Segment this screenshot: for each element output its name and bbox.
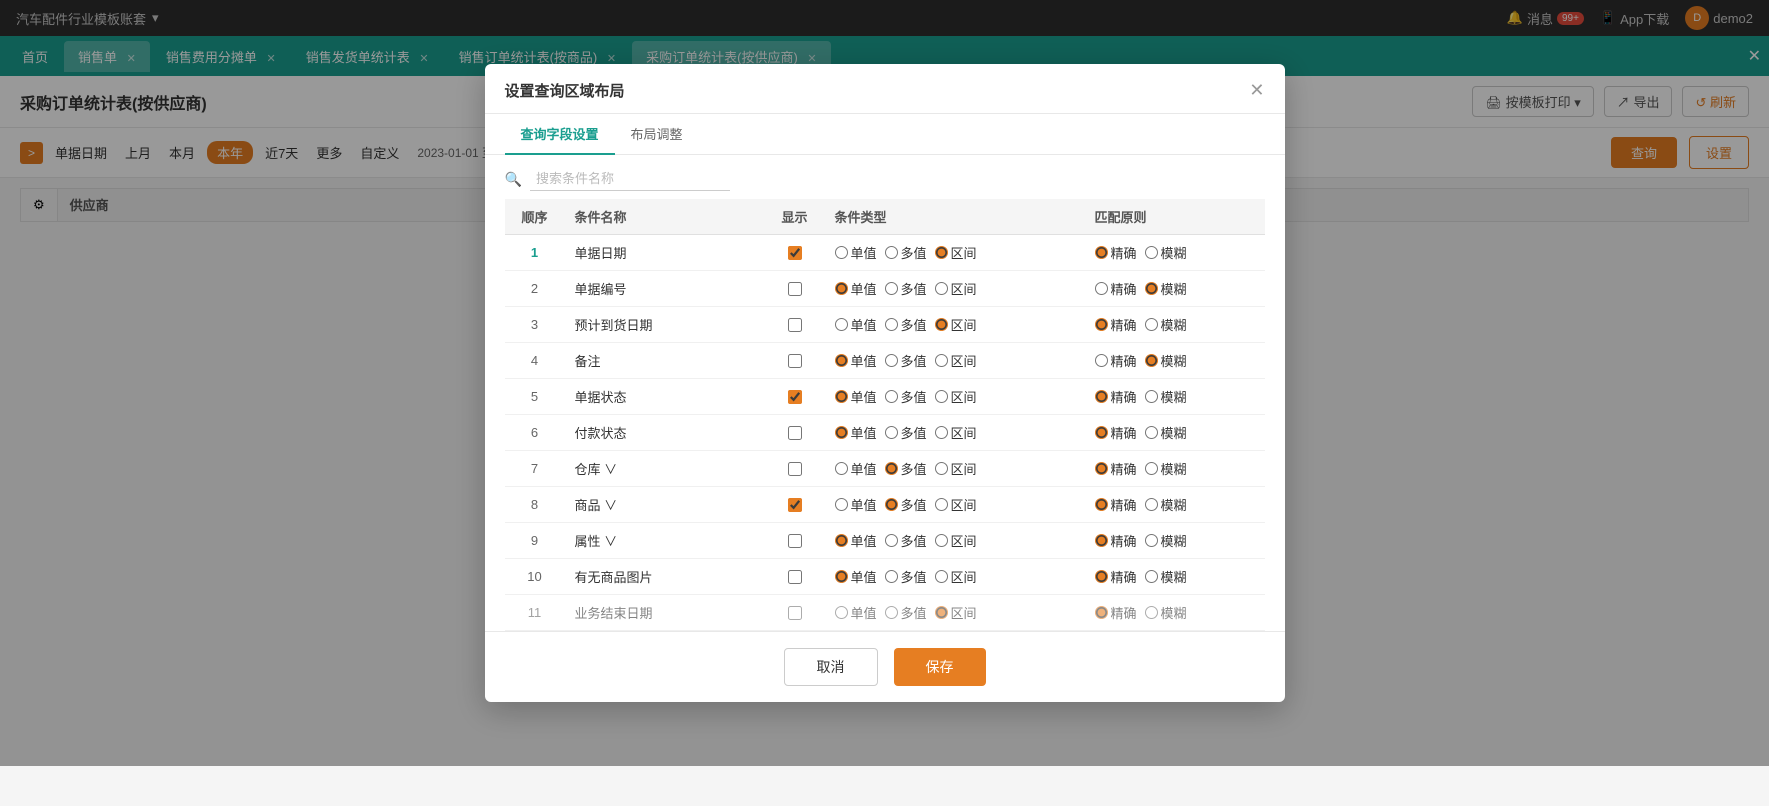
row-display[interactable] [765, 343, 825, 379]
row-name: 付款状态 [565, 415, 765, 451]
row-order: 10 [505, 559, 565, 595]
row-type[interactable]: 单值多值区间 [825, 487, 1085, 523]
table-row: 8商品 ∨ 单值多值区间精确模糊 [505, 487, 1265, 523]
row-display[interactable] [765, 559, 825, 595]
row-type[interactable]: 单值多值区间 [825, 343, 1085, 379]
table-row: 1单据日期 单值多值区间精确模糊 [505, 235, 1265, 271]
col-name: 条件名称 [565, 199, 765, 235]
row-order: 7 [505, 451, 565, 487]
modal-table: 顺序 条件名称 显示 条件类型 匹配原则 1单据日期单值多值区间精确模糊2单据编… [485, 199, 1285, 631]
row-match[interactable]: 精确模糊 [1085, 487, 1265, 523]
row-order: 1 [505, 235, 565, 271]
row-display[interactable] [765, 595, 825, 631]
row-match[interactable]: 精确模糊 [1085, 235, 1265, 271]
table-row: 3预计到货日期 单值多值区间精确模糊 [505, 307, 1265, 343]
row-order: 3 [505, 307, 565, 343]
row-match[interactable]: 精确模糊 [1085, 559, 1265, 595]
table-row: 2单据编号 单值多值区间精确模糊 [505, 271, 1265, 307]
row-match[interactable]: 精确模糊 [1085, 451, 1265, 487]
row-order: 5 [505, 379, 565, 415]
modal-tabs: 查询字段设置 布局调整 [485, 114, 1285, 155]
row-display[interactable] [765, 235, 825, 271]
col-match: 匹配原则 [1085, 199, 1265, 235]
row-order: 2 [505, 271, 565, 307]
row-order: 9 [505, 523, 565, 559]
modal-header: 设置查询区域布局 ✕ [485, 64, 1285, 114]
modal-search-area: 🔍 [485, 155, 1285, 199]
search-icon: 🔍 [505, 171, 522, 188]
row-name: 单据日期 [565, 235, 765, 271]
row-order: 4 [505, 343, 565, 379]
modal-overlay: 设置查询区域布局 ✕ 查询字段设置 布局调整 🔍 顺序 条件名称 [0, 0, 1769, 766]
row-type[interactable]: 单值多值区间 [825, 595, 1085, 631]
table-row: 10有无商品图片 单值多值区间精确模糊 [505, 559, 1265, 595]
row-name: 备注 [565, 343, 765, 379]
row-display[interactable] [765, 487, 825, 523]
row-match[interactable]: 精确模糊 [1085, 523, 1265, 559]
row-match[interactable]: 精确模糊 [1085, 379, 1265, 415]
col-type: 条件类型 [825, 199, 1085, 235]
col-order: 顺序 [505, 199, 565, 235]
cancel-button[interactable]: 取消 [784, 648, 878, 686]
row-order: 11 [505, 595, 565, 631]
row-type[interactable]: 单值多值区间 [825, 307, 1085, 343]
modal-close-button[interactable]: ✕ [1249, 80, 1264, 101]
row-name: 商品 ∨ [565, 487, 765, 523]
settings-modal: 设置查询区域布局 ✕ 查询字段设置 布局调整 🔍 顺序 条件名称 [485, 64, 1285, 702]
row-match[interactable]: 精确模糊 [1085, 343, 1265, 379]
row-type[interactable]: 单值多值区间 [825, 559, 1085, 595]
row-order: 6 [505, 415, 565, 451]
table-row: 9属性 ∨ 单值多值区间精确模糊 [505, 523, 1265, 559]
row-name: 属性 ∨ [565, 523, 765, 559]
row-name: 仓库 ∨ [565, 451, 765, 487]
table-row: 6付款状态 单值多值区间精确模糊 [505, 415, 1265, 451]
row-name: 有无商品图片 [565, 559, 765, 595]
modal-footer: 取消 保存 [485, 631, 1285, 702]
tab-layout-adjust[interactable]: 布局调整 [615, 114, 699, 155]
row-display[interactable] [765, 415, 825, 451]
row-type[interactable]: 单值多值区间 [825, 379, 1085, 415]
row-name: 预计到货日期 [565, 307, 765, 343]
table-row: 4备注 单值多值区间精确模糊 [505, 343, 1265, 379]
row-type[interactable]: 单值多值区间 [825, 523, 1085, 559]
search-input[interactable] [530, 167, 730, 191]
row-display[interactable] [765, 379, 825, 415]
row-match[interactable]: 精确模糊 [1085, 415, 1265, 451]
save-button[interactable]: 保存 [894, 648, 986, 686]
row-match[interactable]: 精确模糊 [1085, 307, 1265, 343]
col-display: 显示 [765, 199, 825, 235]
tab-query-fields[interactable]: 查询字段设置 [505, 114, 615, 155]
table-row: 11业务结束日期 单值多值区间精确模糊 [505, 595, 1265, 631]
table-row: 5单据状态 单值多值区间精确模糊 [505, 379, 1265, 415]
row-display[interactable] [765, 451, 825, 487]
row-type[interactable]: 单值多值区间 [825, 415, 1085, 451]
row-name: 单据状态 [565, 379, 765, 415]
row-type[interactable]: 单值多值区间 [825, 451, 1085, 487]
row-display[interactable] [765, 307, 825, 343]
row-order: 8 [505, 487, 565, 523]
modal-title: 设置查询区域布局 [505, 80, 625, 101]
table-row: 7仓库 ∨ 单值多值区间精确模糊 [505, 451, 1265, 487]
row-type[interactable]: 单值多值区间 [825, 271, 1085, 307]
row-display[interactable] [765, 523, 825, 559]
row-display[interactable] [765, 271, 825, 307]
row-match[interactable]: 精确模糊 [1085, 595, 1265, 631]
row-name: 单据编号 [565, 271, 765, 307]
table-header-row: 顺序 条件名称 显示 条件类型 匹配原则 [505, 199, 1265, 235]
row-name: 业务结束日期 [565, 595, 765, 631]
row-match[interactable]: 精确模糊 [1085, 271, 1265, 307]
row-type[interactable]: 单值多值区间 [825, 235, 1085, 271]
